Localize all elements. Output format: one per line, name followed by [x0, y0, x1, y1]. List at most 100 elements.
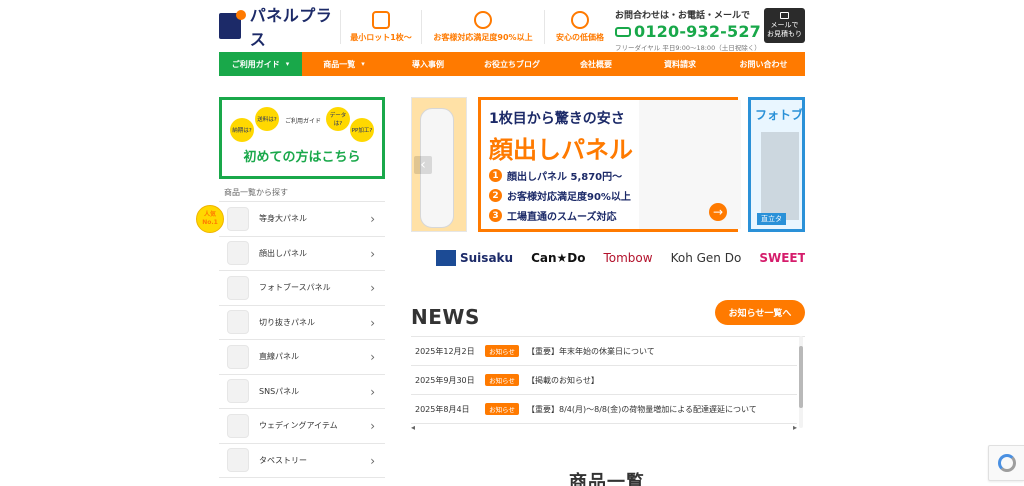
scroll-right-icon[interactable]: ▸	[793, 423, 797, 432]
nav-blog-label: お役立ちブログ	[484, 59, 540, 69]
news-date: 2025年8月4日	[415, 404, 470, 414]
category-item-face-hole[interactable]: 顔出しパネル ›	[219, 236, 385, 271]
brand-suisaku-text: Suisaku	[460, 251, 514, 265]
carousel-slide-main[interactable]: 1枚目から驚きの安さ 顔出しパネル 1 顔出しパネル 5,870円～ 2 お客様…	[478, 97, 741, 232]
hero-carousel: ‹ 1枚目から驚きの安さ 顔出しパネル 1 顔出しパネル 5,870円～ 2 お…	[411, 97, 805, 235]
brand-sweets-paradise: SWEETS PARADISE	[759, 251, 805, 265]
carousel-slide-prev[interactable]: ‹	[411, 97, 467, 232]
chevron-right-icon: ›	[370, 350, 375, 364]
news-tag: お知らせ	[485, 374, 519, 386]
category-thumb	[227, 241, 249, 266]
slide-bullet-1: 1 顔出しパネル 5,870円～	[489, 168, 622, 183]
nav-case-studies[interactable]: 導入事例	[386, 52, 470, 76]
slide-inner: 1枚目から驚きの安さ 顔出しパネル 1 顔出しパネル 5,870円～ 2 お客様…	[481, 100, 741, 229]
slide-bullet-3: 3 工場直通のスムーズ対応	[489, 208, 617, 223]
nav-guide[interactable]: ご利用ガイド ▾	[219, 52, 302, 76]
smile-icon	[474, 11, 492, 29]
chevron-right-icon: ›	[370, 453, 375, 468]
mail-estimate-label: メールで お見積もり	[767, 21, 802, 39]
news-item[interactable]: 2025年9月30日 お知らせ 【掲載のお知らせ】	[411, 366, 797, 395]
site-header: パネルプラス 最小ロット1枚～ お客様対応満足度90%以上 安心の低価格 お問合…	[219, 6, 805, 52]
chevron-right-icon: ›	[370, 281, 375, 295]
feature-satisfaction: お客様対応満足度90%以上	[424, 8, 542, 46]
bullet-text: 工場直通のスムーズ対応	[507, 212, 617, 223]
news-item[interactable]: 2025年8月4日 お知らせ 【重要】8/4(月)～8/8(金)の荷物量増加によ…	[411, 395, 797, 424]
category-thumb	[227, 275, 249, 300]
phone-row[interactable]: 0120-932-527	[615, 22, 763, 41]
contact-block: お問合わせは・お電話・メールで 0120-932-527 フリーダイヤル 平日9…	[615, 8, 763, 52]
brand-suisaku: Suisaku	[436, 250, 513, 266]
recaptcha-icon	[997, 454, 1016, 472]
bullet-text: お客様対応満足度90%以上	[507, 192, 631, 203]
brand-cando: Can★Do	[531, 251, 586, 265]
category-item-wedding[interactable]: ウェディングアイテム ›	[219, 409, 385, 444]
first-time-guide-banner[interactable]: 納期は? 送料は? データは? PP加工? ご利用ガイド 初めての方はこちら	[219, 97, 385, 179]
bubble-pp: PP加工?	[350, 118, 374, 142]
guide-mini-label: ご利用ガイド	[285, 118, 322, 125]
news-list: 2025年12月2日 お知らせ 【重要】年末年始の休業日について 2025年9月…	[411, 336, 805, 428]
scroll-left-icon[interactable]: ◂	[411, 423, 415, 432]
bubble-data: データは?	[326, 107, 350, 131]
category-thumb	[227, 413, 249, 438]
chevron-down-icon: ▾	[361, 60, 365, 68]
news-item[interactable]: 2025年12月2日 お知らせ 【重要】年末年始の休業日について	[411, 337, 797, 366]
news-title-text: 【掲載のお知らせ】	[527, 375, 599, 385]
contact-hours: フリーダイヤル 平日9:00～18:00（土日祝除く）	[615, 44, 761, 52]
slide-copy: 1枚目から驚きの安さ 顔出しパネル 1 顔出しパネル 5,870円～ 2 お客様…	[481, 100, 639, 229]
header-divider	[421, 10, 422, 44]
news-more-button[interactable]: お知らせ一覧へ	[715, 300, 805, 325]
global-nav: ご利用ガイド ▾ 商品一覧 ▾ 導入事例 お役立ちブログ 会社概要 資料請求 お…	[219, 52, 805, 76]
slide-right-image	[761, 132, 799, 220]
thumbs-up-icon	[372, 11, 390, 29]
category-item-straight[interactable]: 直線パネル ›	[219, 340, 385, 375]
client-logos: Suisaku Can★Do Tombow Koh Gen Do SWEETS …	[436, 246, 805, 270]
chevron-right-icon: ›	[370, 419, 375, 433]
news-tag: お知らせ	[485, 403, 519, 415]
mail-estimate-button[interactable]: メールで お見積もり	[764, 8, 805, 43]
nav-company[interactable]: 会社概要	[554, 52, 638, 76]
slide-right-caption: 直立タ	[757, 213, 786, 225]
feature-satisfaction-label: お客様対応満足度90%以上	[433, 33, 533, 42]
guide-title: 初めての方はこちら	[243, 150, 361, 165]
category-item-tapestry[interactable]: タペストリー ›	[219, 443, 385, 478]
category-list: 等身大パネル › 顔出しパネル › フォトブースパネル › 切り抜きパネル › …	[219, 201, 385, 486]
news-date: 2025年9月30日	[415, 375, 475, 385]
contact-title: お問合わせは・お電話・メールで	[615, 11, 751, 21]
news-horizontal-scroll[interactable]: ◂ ▸	[411, 423, 797, 432]
recaptcha-badge[interactable]	[988, 445, 1024, 481]
news-title-text: 【重要】8/4(月)～8/8(金)の荷物量増加による配達遅延について	[527, 404, 757, 414]
products-section-title: 商品一覧	[569, 472, 645, 486]
slide-bullet-2: 2 お客様対応満足度90%以上	[489, 188, 631, 203]
brand-kohgendo: Koh Gen Do	[670, 251, 742, 265]
nav-blog[interactable]: お役立ちブログ	[470, 52, 554, 76]
nav-guide-label: ご利用ガイド	[231, 59, 280, 69]
category-item-sns[interactable]: SNSパネル ›	[219, 374, 385, 409]
slide-cta-arrow-icon[interactable]: →	[709, 203, 727, 221]
mail-icon	[780, 12, 789, 19]
bullet-text: 顔出しパネル 5,870円～	[507, 172, 623, 183]
suisaku-mark-icon	[436, 250, 456, 266]
category-label: タペストリー	[259, 455, 307, 465]
nav-request-docs[interactable]: 資料請求	[638, 52, 722, 76]
phone-number[interactable]: 0120-932-527	[634, 22, 761, 41]
site-logo[interactable]: パネルプラス	[219, 6, 339, 49]
category-item-life-size[interactable]: 等身大パネル ›	[219, 202, 385, 237]
news-date: 2025年12月2日	[415, 346, 475, 356]
chevron-right-icon: ›	[370, 246, 375, 261]
category-label: 等身大パネル	[259, 214, 307, 224]
category-item-photobooth[interactable]: フォトブースパネル ›	[219, 271, 385, 306]
category-label: フォトブースパネル	[259, 283, 331, 293]
category-item-cutout[interactable]: 切り抜きパネル ›	[219, 305, 385, 340]
nav-products[interactable]: 商品一覧 ▾	[302, 52, 386, 76]
category-thumb	[227, 310, 249, 335]
free-dial-icon	[615, 26, 631, 37]
nav-products-label: 商品一覧	[323, 59, 356, 69]
news-vertical-scrollbar[interactable]	[798, 336, 804, 428]
scrollbar-thumb[interactable]	[799, 346, 803, 408]
chevron-down-icon: ▾	[285, 60, 290, 68]
nav-contact[interactable]: お問い合わせ	[722, 52, 805, 76]
carousel-slide-next[interactable]: フォトブ 直立タ	[748, 97, 805, 232]
bubble-delivery: 納期は?	[230, 118, 254, 142]
feature-min-lot: 最小ロット1枚～	[343, 8, 419, 46]
carousel-prev-button[interactable]: ‹	[414, 156, 432, 174]
